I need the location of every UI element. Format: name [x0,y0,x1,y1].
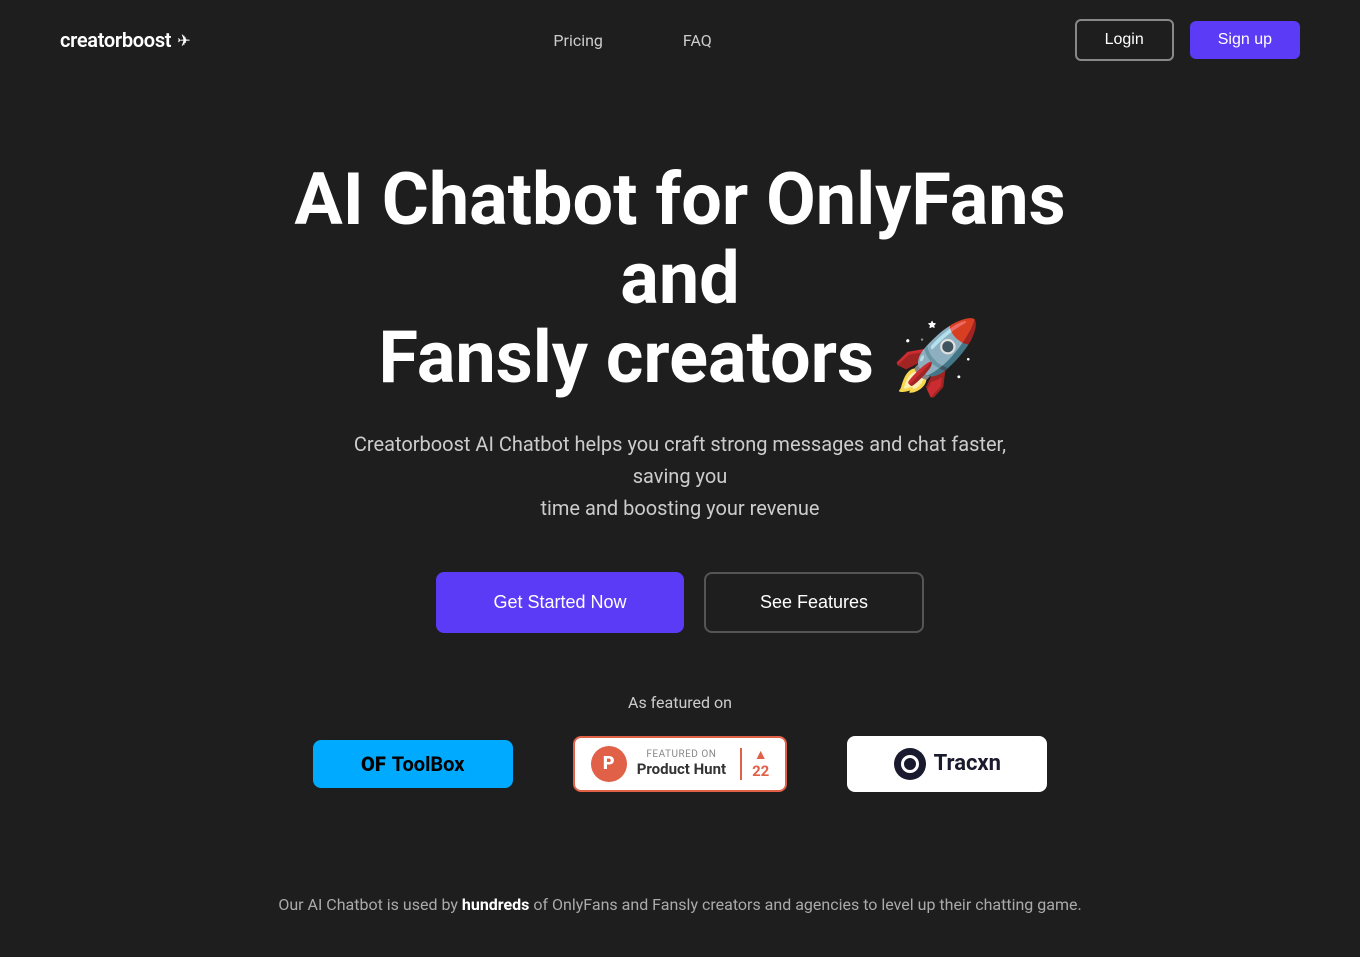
bottom-prefix: Our AI Chatbot is used by [278,895,462,914]
logo-icon: ✈ [177,31,190,50]
product-hunt-name: Product Hunt [637,760,726,778]
hero-title: AI Chatbot for OnlyFans and Fansly creat… [230,160,1130,398]
logo[interactable]: creatorboost ✈ [60,28,191,52]
tracxn-inner-circle [901,755,919,773]
product-hunt-count: ▲ 22 [740,748,769,780]
featured-label: As featured on [628,693,732,712]
of-toolbox-name: ToolBox [392,752,465,776]
hero-subtitle-line1: Creatorboost AI Chatbot helps you craft … [354,432,1006,488]
of-toolbox-badge[interactable]: OF ToolBox [313,740,513,788]
product-hunt-badge[interactable]: P FEATURED ON Product Hunt ▲ 22 [573,736,788,792]
tracxn-badge[interactable]: Tracxn [847,736,1047,792]
product-hunt-arrow: ▲ [754,748,768,762]
hero-title-line2: Fansly creators 🚀 [379,315,982,400]
product-hunt-number: 22 [752,762,769,780]
of-toolbox-prefix: OF [361,752,386,776]
nav-pricing[interactable]: Pricing [553,31,603,50]
hero-buttons: Get Started Now See Features [436,572,924,633]
tracxn-icon [894,748,926,780]
navbar: creatorboost ✈ Pricing FAQ Login Sign up [0,0,1360,80]
signup-button[interactable]: Sign up [1190,21,1300,59]
nav-links: Pricing FAQ [553,31,711,50]
hero-section: AI Chatbot for OnlyFans and Fansly creat… [0,80,1360,852]
product-hunt-icon: P [591,746,627,782]
bottom-text: Our AI Chatbot is used by hundreds of On… [0,852,1360,957]
featured-logos: OF ToolBox P FEATURED ON Product Hunt ▲ … [313,736,1048,792]
see-features-button[interactable]: See Features [704,572,924,633]
nav-faq[interactable]: FAQ [683,31,712,50]
product-hunt-featured-on: FEATURED ON [637,749,726,760]
nav-actions: Login Sign up [1075,19,1300,61]
bottom-highlight: hundreds [462,895,529,914]
product-hunt-p: P [603,753,615,774]
hero-subtitle: Creatorboost AI Chatbot helps you craft … [330,428,1030,524]
tracxn-name: Tracxn [934,751,1001,776]
featured-section: As featured on OF ToolBox P FEATURED ON … [313,693,1048,792]
logo-text: creatorboost [60,28,171,52]
hero-title-line1: AI Chatbot for OnlyFans and [294,157,1065,321]
get-started-button[interactable]: Get Started Now [436,572,684,633]
product-hunt-text: FEATURED ON Product Hunt [637,749,726,778]
hero-subtitle-line2: time and boosting your revenue [540,496,819,520]
login-button[interactable]: Login [1075,19,1174,61]
bottom-suffix: of OnlyFans and Fansly creators and agen… [529,895,1081,914]
